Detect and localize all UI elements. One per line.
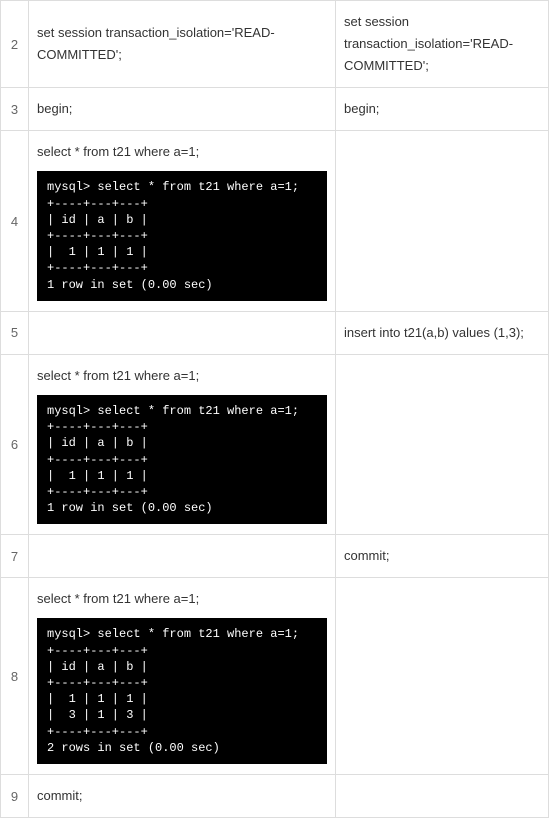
sql-statement: set session transaction_isolation='READ-…: [344, 11, 540, 77]
session-a-cell: select * from t21 where a=1; mysql> sele…: [29, 354, 336, 534]
session-b-cell: [336, 774, 549, 817]
table-row: 5 insert into t21(a,b) values (1,3);: [1, 311, 549, 354]
session-b-cell: [336, 354, 549, 534]
sql-session-table: 2 set session transaction_isolation='REA…: [0, 0, 549, 818]
session-a-cell: [29, 311, 336, 354]
session-a-cell: set session transaction_isolation='READ-…: [29, 1, 336, 88]
table-row: 4 select * from t21 where a=1; mysql> se…: [1, 131, 549, 311]
session-a-cell: begin;: [29, 88, 336, 131]
session-a-cell: commit;: [29, 774, 336, 817]
session-a-cell: select * from t21 where a=1; mysql> sele…: [29, 578, 336, 775]
session-b-cell: begin;: [336, 88, 549, 131]
sql-statement: select * from t21 where a=1;: [37, 365, 327, 387]
sql-statement: select * from t21 where a=1;: [37, 588, 327, 610]
row-number: 8: [1, 578, 29, 775]
sql-statement: select * from t21 where a=1;: [37, 141, 327, 163]
session-b-cell: set session transaction_isolation='READ-…: [336, 1, 549, 88]
terminal-output: mysql> select * from t21 where a=1; +---…: [37, 395, 327, 524]
session-a-cell: [29, 535, 336, 578]
table-row: 8 select * from t21 where a=1; mysql> se…: [1, 578, 549, 775]
table-row: 3 begin; begin;: [1, 88, 549, 131]
terminal-output: mysql> select * from t21 where a=1; +---…: [37, 171, 327, 300]
sql-statement: commit;: [37, 785, 327, 807]
row-number: 5: [1, 311, 29, 354]
session-b-cell: commit;: [336, 535, 549, 578]
sql-statement: insert into t21(a,b) values (1,3);: [344, 322, 540, 344]
table-row: 6 select * from t21 where a=1; mysql> se…: [1, 354, 549, 534]
row-number: 4: [1, 131, 29, 311]
sql-statement: begin;: [37, 98, 327, 120]
table-row: 9 commit;: [1, 774, 549, 817]
row-number: 6: [1, 354, 29, 534]
terminal-output: mysql> select * from t21 where a=1; +---…: [37, 618, 327, 764]
session-b-cell: insert into t21(a,b) values (1,3);: [336, 311, 549, 354]
session-a-cell: select * from t21 where a=1; mysql> sele…: [29, 131, 336, 311]
row-number: 2: [1, 1, 29, 88]
table-row: 7 commit;: [1, 535, 549, 578]
row-number: 3: [1, 88, 29, 131]
row-number: 7: [1, 535, 29, 578]
session-b-cell: [336, 131, 549, 311]
row-number: 9: [1, 774, 29, 817]
sql-statement: begin;: [344, 98, 540, 120]
session-b-cell: [336, 578, 549, 775]
table-row: 2 set session transaction_isolation='REA…: [1, 1, 549, 88]
sql-statement: commit;: [344, 545, 540, 567]
sql-statement: set session transaction_isolation='READ-…: [37, 22, 327, 66]
